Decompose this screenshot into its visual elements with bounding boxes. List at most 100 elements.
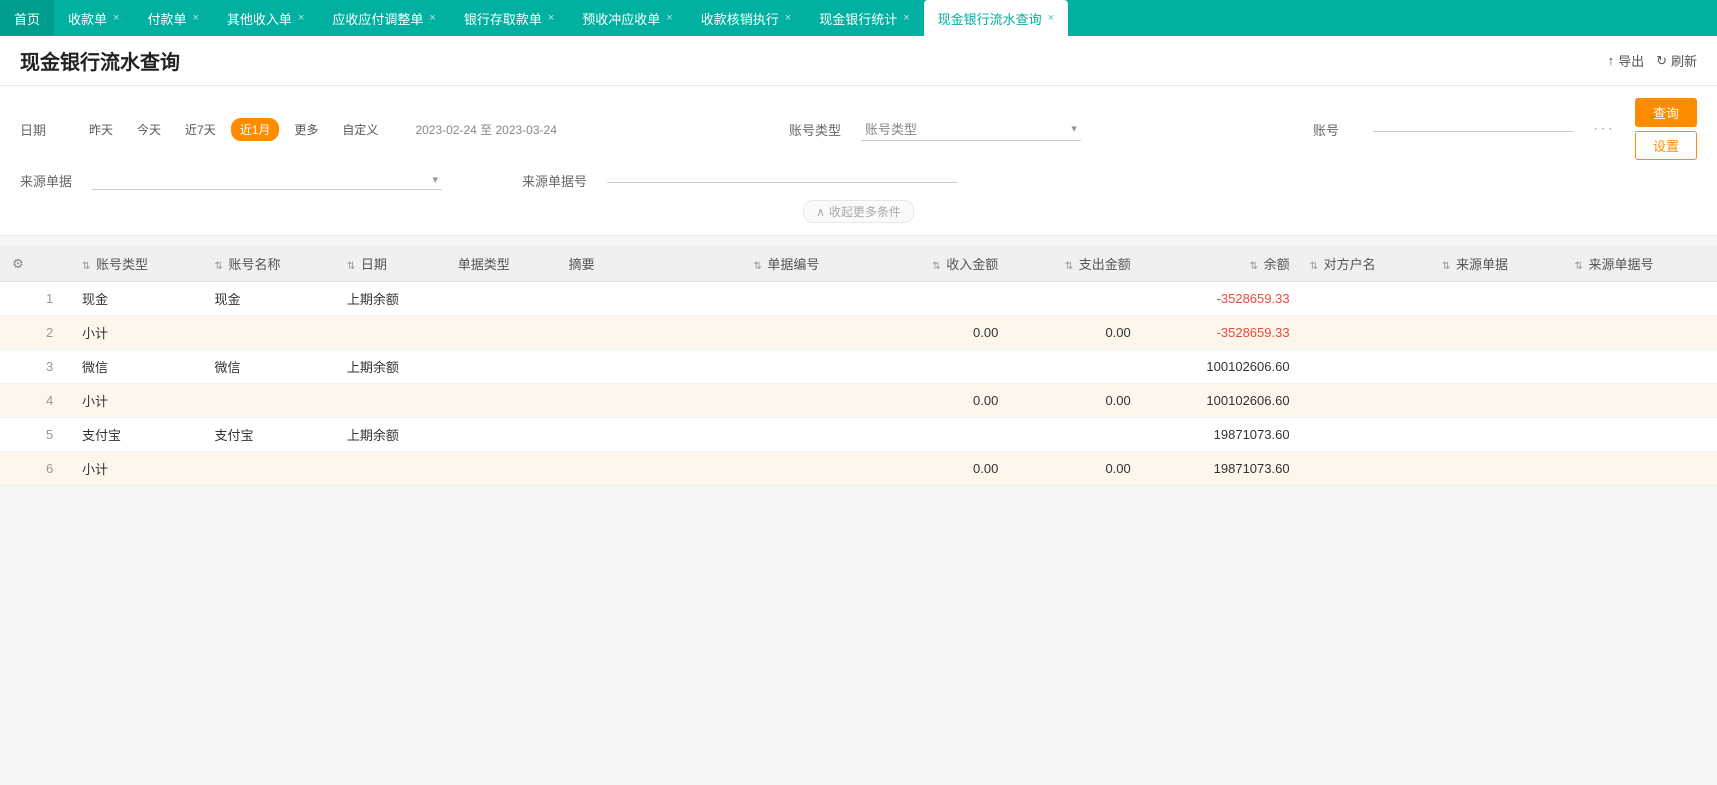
query-button[interactable]: 查询 xyxy=(1635,98,1697,127)
td-balance: -3528659.33 xyxy=(1141,282,1300,316)
close-icon[interactable]: × xyxy=(903,12,909,24)
td-account-type: 小计 xyxy=(72,384,204,418)
td-account-type: 小计 xyxy=(72,316,204,350)
td-account-type: 现金 xyxy=(72,282,204,316)
nav-item-payment[interactable]: 付款单 × xyxy=(133,0,212,36)
refresh-button[interactable]: ↻ 刷新 xyxy=(1656,51,1697,70)
nav-item-adjustment[interactable]: 应收应付调整单 × xyxy=(318,0,449,36)
source-doc-select[interactable]: ▾ xyxy=(92,170,442,190)
nav-item-cashflow[interactable]: 现金银行流水查询 × xyxy=(924,0,1068,36)
sort-icon: ⇅ xyxy=(1250,261,1258,272)
account-label: 账号 xyxy=(1313,120,1353,139)
date-btn-more[interactable]: 更多 xyxy=(285,118,327,141)
th-account-type[interactable]: ⇅ 账号类型 xyxy=(72,246,204,282)
td-date xyxy=(337,384,448,418)
table-row[interactable]: 5支付宝支付宝上期余额19871073.60 xyxy=(0,418,1717,452)
table-row[interactable]: 3微信微信上期余额100102606.60 xyxy=(0,350,1717,384)
td-settings xyxy=(0,316,36,350)
account-input[interactable] xyxy=(1373,127,1573,132)
td-income: 0.00 xyxy=(876,316,1008,350)
close-icon[interactable]: × xyxy=(429,12,435,24)
td-source-doc xyxy=(1432,350,1564,384)
settings-button[interactable]: 设置 xyxy=(1635,131,1697,160)
td-date: 上期余额 xyxy=(337,282,448,316)
th-income[interactable]: ⇅ 收入金额 xyxy=(876,246,1008,282)
close-icon[interactable]: × xyxy=(192,12,198,24)
account-type-select[interactable]: 账号类型 ▾ xyxy=(861,117,1081,141)
th-expense[interactable]: ⇅ 支出金额 xyxy=(1008,246,1140,282)
th-doc-type: 单据类型 xyxy=(448,246,559,282)
td-counterpart xyxy=(1300,282,1432,316)
td-source-doc xyxy=(1432,452,1564,486)
sort-icon: ⇅ xyxy=(1574,261,1582,272)
nav-item-prepay[interactable]: 预收冲应收单 × xyxy=(568,0,686,36)
td-doc-type xyxy=(448,350,559,384)
table-row[interactable]: 1现金现金上期余额-3528659.33 xyxy=(0,282,1717,316)
nav-item-receipt[interactable]: 收款单 × xyxy=(54,0,133,36)
data-table: ⚙ ⇅ 账号类型 ⇅ 账号名称 ⇅ 日期 单据类型 xyxy=(0,246,1717,486)
nav-label: 应收应付调整单 xyxy=(332,9,423,28)
td-source-doc xyxy=(1432,384,1564,418)
close-icon[interactable]: × xyxy=(666,12,672,24)
td-account-name: 现金 xyxy=(204,282,336,316)
td-source-doc-no xyxy=(1564,316,1717,350)
nav-item-home[interactable]: 首页 xyxy=(0,0,54,36)
td-settings xyxy=(0,418,36,452)
nav-item-bank-deposit[interactable]: 银行存取款单 × xyxy=(450,0,568,36)
td-counterpart xyxy=(1300,350,1432,384)
th-balance[interactable]: ⇅ 余额 xyxy=(1141,246,1300,282)
close-icon[interactable]: × xyxy=(785,12,791,24)
date-range-display: 2023-02-24 至 2023-03-24 xyxy=(415,121,556,138)
account-dots-button[interactable]: ··· xyxy=(1593,120,1615,138)
th-date[interactable]: ⇅ 日期 xyxy=(337,246,448,282)
close-icon[interactable]: × xyxy=(113,12,119,24)
date-btn-1month[interactable]: 近1月 xyxy=(231,118,280,141)
td-doc-no xyxy=(743,350,875,384)
td-balance: 100102606.60 xyxy=(1141,384,1300,418)
collapse-up-icon: ∧ xyxy=(816,205,825,219)
table-row[interactable]: 4小计0.000.00100102606.60 xyxy=(0,384,1717,418)
th-summary: 摘要 xyxy=(559,246,744,282)
nav-item-verify[interactable]: 收款核销执行 × xyxy=(687,0,805,36)
td-settings xyxy=(0,350,36,384)
td-doc-no xyxy=(743,384,875,418)
close-icon[interactable]: × xyxy=(1048,12,1054,24)
td-account-name: 微信 xyxy=(204,350,336,384)
source-doc-num-input[interactable] xyxy=(607,178,957,183)
sort-icon: ⇅ xyxy=(932,261,940,272)
close-icon[interactable]: × xyxy=(298,12,304,24)
export-button[interactable]: ↑ 导出 xyxy=(1608,51,1645,70)
th-counterpart[interactable]: ⇅ 对方户名 xyxy=(1300,246,1432,282)
td-rownum: 5 xyxy=(36,418,72,452)
th-source-doc[interactable]: ⇅ 来源单据 xyxy=(1432,246,1564,282)
th-account-name[interactable]: ⇅ 账号名称 xyxy=(204,246,336,282)
table-row[interactable]: 6小计0.000.0019871073.60 xyxy=(0,452,1717,486)
date-btn-today[interactable]: 今天 xyxy=(128,118,170,141)
nav-label: 其他收入单 xyxy=(227,9,292,28)
close-icon[interactable]: × xyxy=(548,12,554,24)
th-settings[interactable]: ⚙ xyxy=(0,246,36,282)
sort-icon: ⇅ xyxy=(1310,261,1318,272)
sort-icon: ⇅ xyxy=(753,261,761,272)
th-doc-no[interactable]: ⇅ 单据编号 xyxy=(743,246,875,282)
nav-item-other-income[interactable]: 其他收入单 × xyxy=(213,0,318,36)
date-btn-7days[interactable]: 近7天 xyxy=(176,118,225,141)
th-source-doc-no[interactable]: ⇅ 来源单据号 xyxy=(1564,246,1717,282)
nav-item-statistics[interactable]: 现金银行统计 × xyxy=(805,0,923,36)
td-counterpart xyxy=(1300,316,1432,350)
source-doc-num-label: 来源单据号 xyxy=(522,171,587,190)
date-btn-custom[interactable]: 自定义 xyxy=(333,118,387,141)
filter-row-source: 来源单据 ▾ 来源单据号 xyxy=(20,170,1697,190)
source-doc-label: 来源单据 xyxy=(20,171,72,190)
account-type-placeholder: 账号类型 xyxy=(865,119,1071,138)
td-summary xyxy=(559,384,744,418)
collapse-button[interactable]: ∧ 收起更多条件 xyxy=(803,200,914,223)
td-expense xyxy=(1008,418,1140,452)
table-row[interactable]: 2小计0.000.00-3528659.33 xyxy=(0,316,1717,350)
td-source-doc xyxy=(1432,418,1564,452)
td-source-doc xyxy=(1432,282,1564,316)
gear-icon[interactable]: ⚙ xyxy=(12,256,24,271)
nav-label: 现金银行统计 xyxy=(819,9,897,28)
refresh-label: 刷新 xyxy=(1671,51,1697,70)
date-btn-yesterday[interactable]: 昨天 xyxy=(80,118,122,141)
